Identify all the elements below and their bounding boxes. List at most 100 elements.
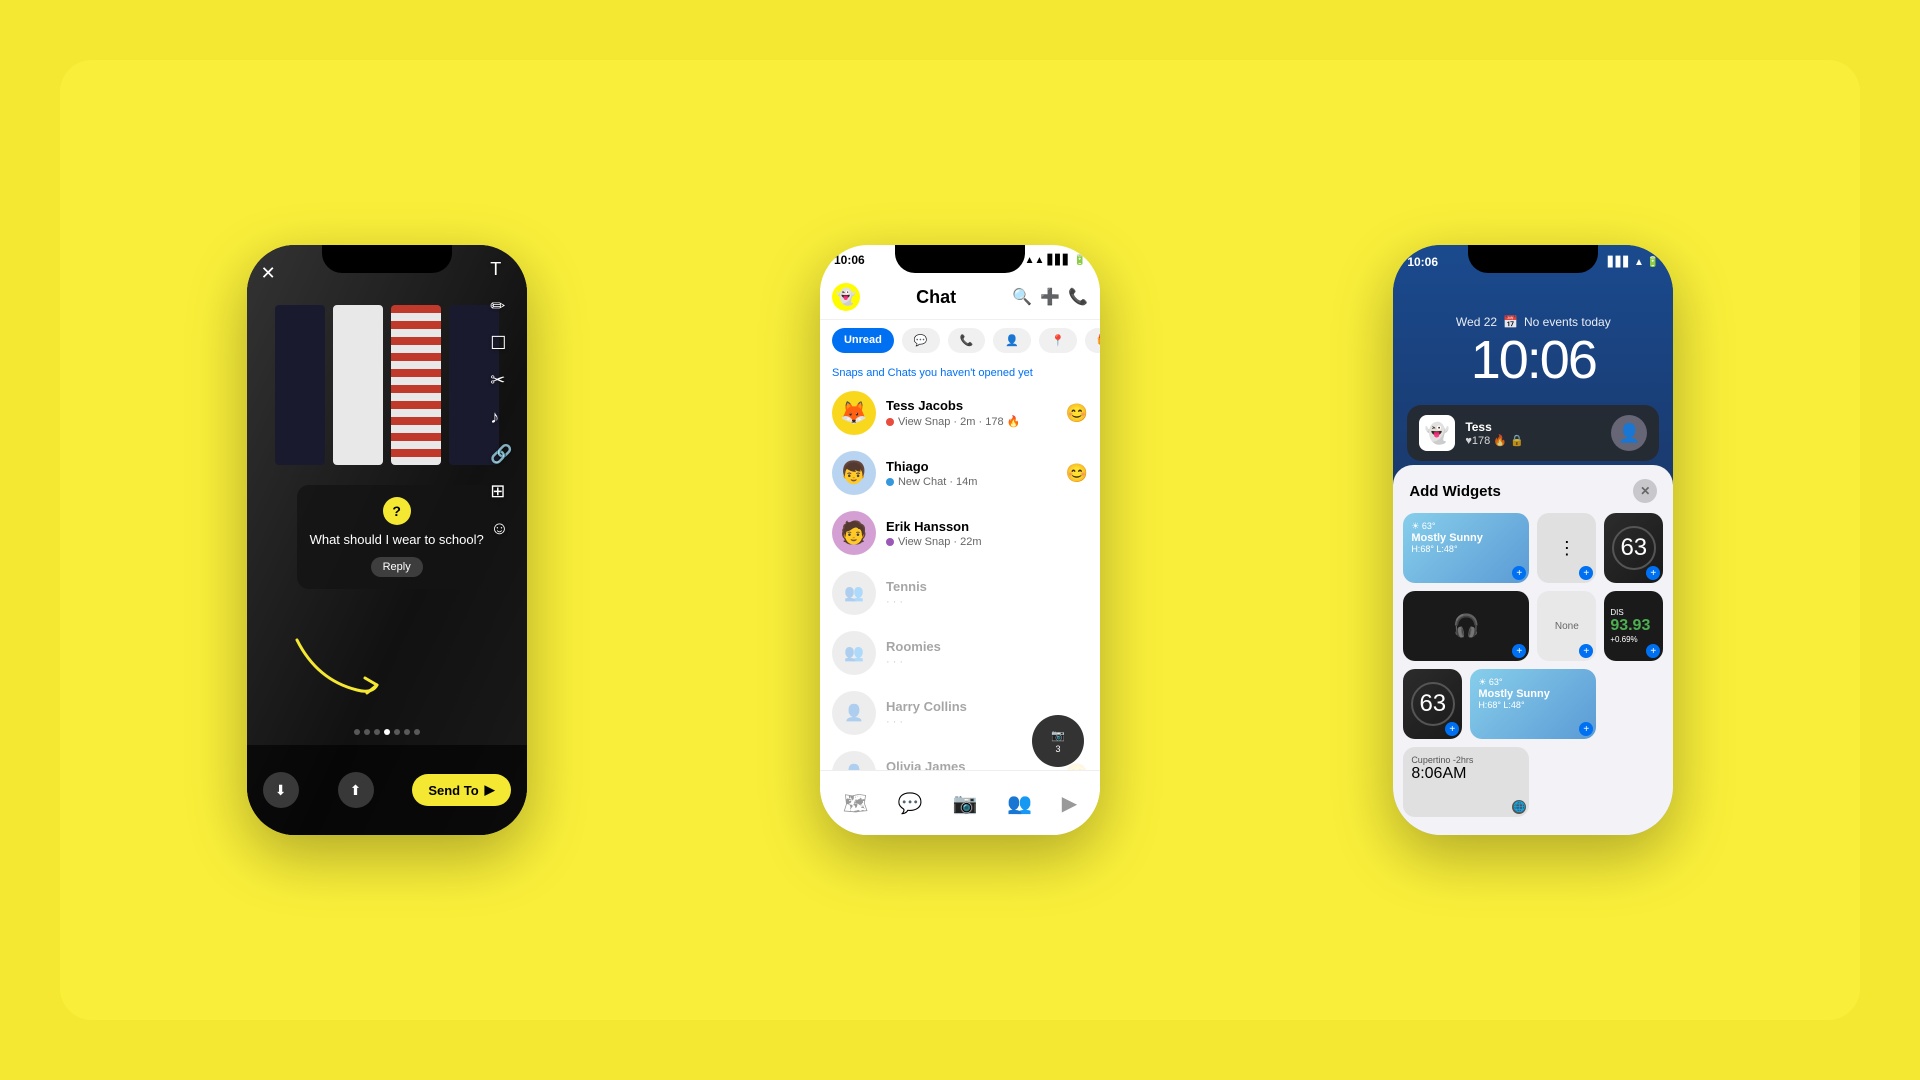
chat-item-roomies[interactable]: 👥 Roomies · · · (820, 623, 1100, 683)
grid-tool[interactable]: ⊞ (490, 481, 512, 502)
weather-2-temp: ☀ 63° (1478, 677, 1588, 688)
bitmoji-filter[interactable]: 👤 (993, 328, 1031, 353)
chat-sub-erik: View Snap · 22m (886, 536, 1088, 548)
chat-name-erik: Erik Hansson (886, 519, 1088, 534)
chat-sub-tess: View Snap · 2m · 178 🔥 (886, 415, 1056, 428)
widget-none[interactable]: None + (1537, 591, 1596, 661)
nav-discover[interactable]: ▶ (1062, 791, 1077, 816)
widget-dot-menu[interactable]: ⋮ + (1537, 513, 1596, 583)
app-item-batteries[interactable]: 🔋 Batteries (1403, 827, 1663, 835)
chat-sub-thiago: New Chat · 14m (886, 476, 1056, 488)
avatar-erik: 🧑 (832, 511, 876, 555)
header-icons: 🔍 ➕ 📞 (1012, 287, 1088, 307)
chat-item-tess[interactable]: 🦊 Tess Jacobs View Snap · 2m · 178 🔥 😊 (820, 383, 1100, 443)
chat-item-tennis[interactable]: 👥 Tennis · · · (820, 563, 1100, 623)
sticker-tool[interactable]: ☐ (490, 333, 512, 354)
cupertino-add[interactable]: 🌐 (1512, 800, 1526, 814)
weather-1-range: H:68° L:48° (1411, 544, 1521, 554)
snap-widget-avatar: 👤 (1611, 415, 1647, 451)
widgets-panel: Add Widgets ✕ ☀ 63° Mostly Sunny H:68° L… (1393, 465, 1673, 835)
chat-filter[interactable]: 💬 (902, 328, 940, 353)
chat-info-erik: Erik Hansson View Snap · 22m (886, 519, 1088, 548)
location-filter[interactable]: 📍 (1039, 328, 1077, 353)
link-tool[interactable]: 🔗 (490, 444, 512, 465)
music-tool[interactable]: ♪ (490, 407, 512, 428)
draw-tool[interactable]: ✏ (490, 296, 512, 317)
text-tool[interactable]: T (490, 259, 512, 280)
clock-add[interactable]: + (1646, 566, 1660, 580)
snap-widget-name: Tess (1465, 420, 1601, 434)
headphones-add[interactable]: + (1512, 644, 1526, 658)
chat-info-tess: Tess Jacobs View Snap · 2m · 178 🔥 (886, 398, 1056, 428)
clock-2-number: 63 (1411, 682, 1455, 726)
none-label: None (1555, 621, 1579, 632)
panel-title: Add Widgets (1409, 483, 1501, 500)
avatar-tess: 🦊 (832, 391, 876, 435)
phone-snapchat-story: ✕ T ✏ ☐ ✂ ♪ 🔗 ⊞ ☺ ? What should I wear t… (247, 245, 527, 835)
nav-map[interactable]: 🗺 (843, 791, 868, 816)
dot3 (374, 729, 380, 735)
emoji-tool[interactable]: ☺ (490, 518, 512, 539)
unread-filter[interactable]: Unread (832, 328, 894, 353)
close-button[interactable]: ✕ (261, 263, 276, 284)
clock2-add[interactable]: + (1445, 722, 1459, 736)
more-icon[interactable]: 📞 (1068, 287, 1088, 307)
send-to-button[interactable]: Send To ▶ (412, 774, 510, 806)
snap-dot-red (886, 418, 894, 426)
widget-cupertino[interactable]: Cupertino -2hrs 8:06AM 🌐 (1403, 747, 1529, 817)
chat-item-erik[interactable]: 🧑 Erik Hansson View Snap · 22m (820, 503, 1100, 563)
nav-friends[interactable]: 👥 (1007, 791, 1032, 816)
app-list: 🔋 Batteries 📅 Calendar (1393, 827, 1673, 835)
nav-chat[interactable]: 💬 (898, 791, 923, 816)
chat-sub-tennis: · · · (886, 596, 1088, 608)
stocks-change: +0.69% (1610, 635, 1657, 644)
panel-close-button[interactable]: ✕ (1633, 479, 1657, 503)
scissors-tool[interactable]: ✂ (490, 370, 512, 391)
none-add[interactable]: + (1579, 644, 1593, 658)
camera-fab[interactable]: 📷 3 (1032, 715, 1084, 767)
snap-widget-icon: 👻 (1419, 415, 1455, 451)
status-icons: ▲▲ ▋▋▋ 🔋 (1025, 255, 1086, 266)
dot1 (354, 729, 360, 735)
date-text: Wed 22 (1456, 315, 1497, 329)
widget-clock[interactable]: 63 + (1604, 513, 1663, 583)
dot-menu-add[interactable]: + (1579, 566, 1593, 580)
snap-widget[interactable]: 👻 Tess ♥178 🔥 🔒 👤 (1407, 405, 1659, 461)
chat-name-tess: Tess Jacobs (886, 398, 1056, 413)
widget-stocks[interactable]: DIS 93.93 +0.69% + (1604, 591, 1663, 661)
phone1-notch (322, 245, 452, 273)
phone2-content: 10:06 ▲▲ ▋▋▋ 🔋 👻 Chat 🔍 ➕ 📞 Unread 💬 (820, 245, 1100, 835)
snapchat-avatar: 👻 (832, 283, 860, 311)
reply-button[interactable]: Reply (371, 557, 423, 577)
widget-weather-2[interactable]: ☀ 63° Mostly Sunny H:68° L:48° + (1470, 669, 1596, 739)
phone3-notch (1468, 245, 1598, 273)
chat-header: 👻 Chat 🔍 ➕ 📞 (820, 275, 1100, 320)
clothes-hanger (247, 305, 527, 505)
chat-item-thiago[interactable]: 👦 Thiago New Chat · 14m 😊 (820, 443, 1100, 503)
bottom-nav: 🗺 💬 📷 👥 ▶ (820, 770, 1100, 835)
avatar-harry: 👤 (832, 691, 876, 735)
avatar-roomies: 👥 (832, 631, 876, 675)
widget-clock-2[interactable]: 63 + (1403, 669, 1462, 739)
stocks-add[interactable]: + (1646, 644, 1660, 658)
search-icon[interactable]: 🔍 (1012, 287, 1032, 307)
phone3-content: 10:06 ▋▋▋ ▲ 🔋 Wed 22 📅 No events today 1… (1393, 245, 1673, 835)
gift-filter[interactable]: 🎁 (1085, 328, 1100, 353)
signal-icon-3: ▋▋▋ (1608, 257, 1631, 268)
no-events-text: No events today (1524, 315, 1611, 329)
snap-widget-score: ♥178 🔥 🔒 (1465, 434, 1601, 447)
add-friend-icon[interactable]: ➕ (1040, 287, 1060, 307)
weather2-add[interactable]: + (1579, 722, 1593, 736)
share-button[interactable]: ⬆ (338, 772, 374, 808)
chat-title: Chat (916, 287, 956, 308)
weather-1-add[interactable]: + (1512, 566, 1526, 580)
download-button[interactable]: ⬇ (263, 772, 299, 808)
dot-menu-icon: ⋮ (1558, 538, 1576, 559)
phone2-notch (895, 245, 1025, 273)
stocks-ticker: DIS (1610, 608, 1657, 617)
chat-info-tennis: Tennis · · · (886, 579, 1088, 608)
nav-camera[interactable]: 📷 (953, 791, 978, 816)
widget-headphones[interactable]: 🎧 + (1403, 591, 1529, 661)
call-filter[interactable]: 📞 (948, 328, 986, 353)
widget-weather-1[interactable]: ☀ 63° Mostly Sunny H:68° L:48° + (1403, 513, 1529, 583)
